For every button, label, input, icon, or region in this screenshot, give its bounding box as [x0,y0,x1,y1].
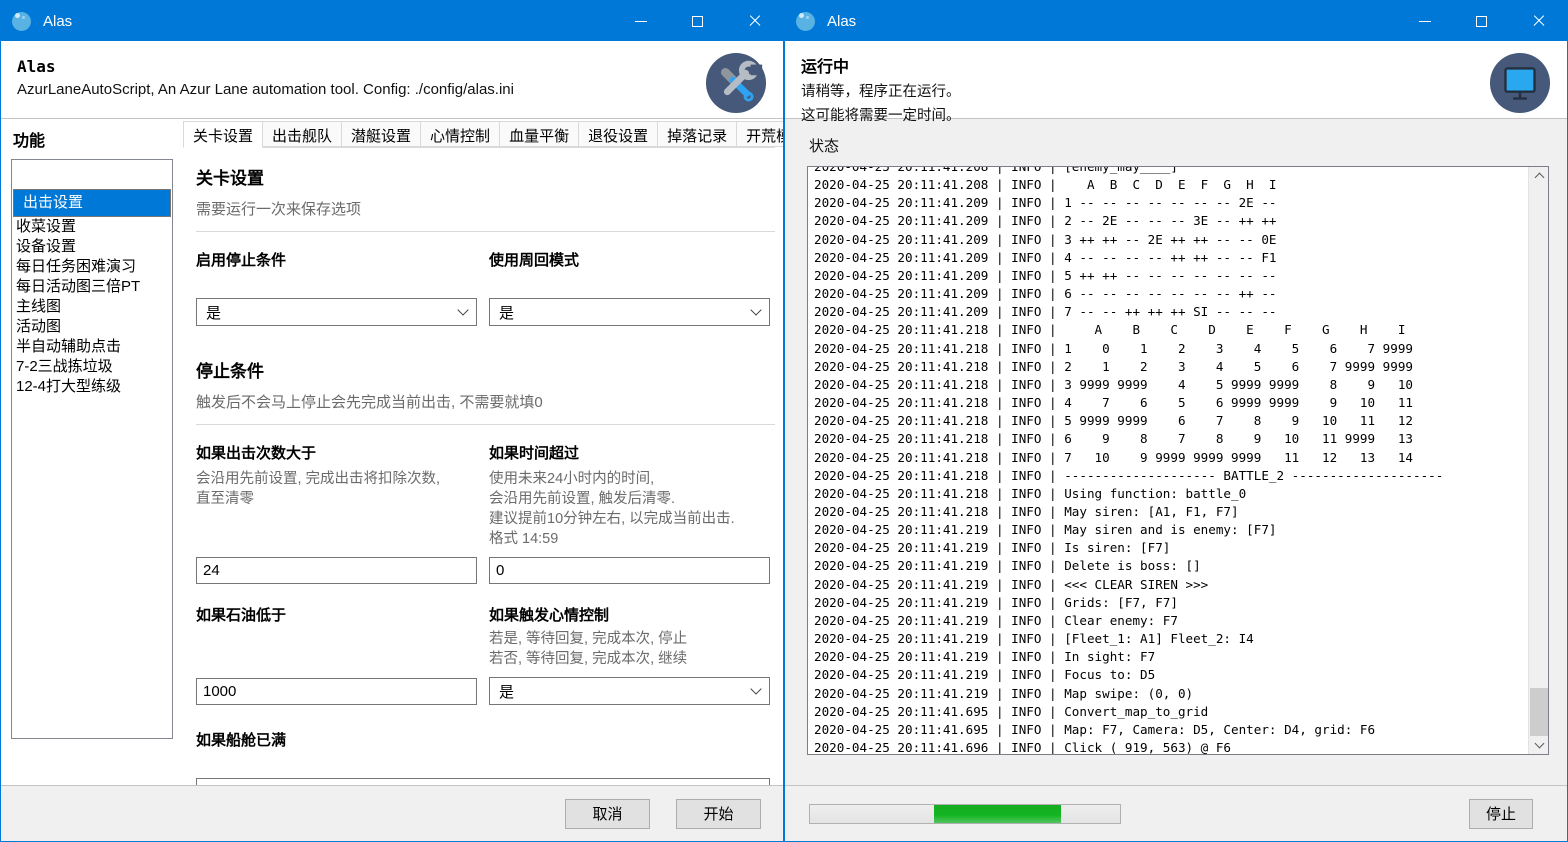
running-window: Alas 运行中 请稍等，程序正在运行。 这可能将需要一定时间。 状态 [784,0,1568,842]
tab-drop-record[interactable]: 掉落记录 [658,121,737,147]
log-scrollbar[interactable] [1528,167,1548,754]
sidebar-item-daily-hard-exercise[interactable]: 每日任务困难演习 [13,257,171,277]
settings-footer: 取消 开始 [1,785,783,841]
tab-attack-fleet[interactable]: 出击舰队 [263,121,342,147]
screen: Alas Alas AzurLaneAutoScript, An Azur La… [0,0,1568,842]
maximize-icon [692,16,703,27]
if-emotion-label: 如果触发心情控制 [489,604,770,625]
sidebar-item-device-settings[interactable]: 设备设置 [13,237,171,257]
scrollbar-thumb[interactable] [1530,688,1548,736]
window-title: Alas [43,13,72,30]
sidebar-item-daily-event-3x-pt[interactable]: 每日活动图三倍PT [13,277,171,297]
chevron-down-icon [750,683,761,694]
app-header: Alas AzurLaneAutoScript, An Azur Lane au… [1,41,783,119]
sidebar-heading: 功能 [13,127,173,151]
loop-mode-value: 是 [499,302,514,323]
status-label: 状态 [809,135,1567,156]
minimize-button[interactable] [612,1,669,41]
if-oil-input[interactable] [196,678,477,705]
if-dock-label: 如果船舱已满 [196,729,775,750]
sidebar-item-event-map[interactable]: 活动图 [13,317,171,337]
settings-window: Alas Alas AzurLaneAutoScript, An Azur La… [0,0,784,842]
stop-condition-title: 停止条件 [196,357,775,382]
app-subtitle: AzurLaneAutoScript, An Azur Lane automat… [17,81,705,98]
minimize-icon [635,21,647,22]
status-panel: 状态 2020-04-25 20:11:41.208 | INFO | [ene… [785,119,1567,785]
if-time-label: 如果时间超过 [489,442,770,463]
minimize-icon [1419,21,1431,22]
scroll-up-button[interactable] [1529,167,1549,184]
tab-submarine-settings[interactable]: 潜艇设置 [342,121,421,147]
start-button[interactable]: 开始 [676,799,761,829]
maximize-icon [1476,16,1487,27]
maximize-button[interactable] [669,1,726,41]
if-time-help: 使用未来24小时内的时间, 会沿用先前设置, 触发后清零. 建议提前10分钟左右… [489,469,770,549]
sidebar-item-semi-auto-click[interactable]: 半自动辅助点击 [13,337,171,357]
settings-tabbar: 关卡设置 出击舰队 潜艇设置 心情控制 血量平衡 退役设置 掉落记录 开荒模式 [183,121,775,148]
scroll-down-button[interactable] [1529,737,1549,754]
alas-logo-icon [796,11,817,32]
close-button[interactable] [1510,1,1567,41]
running-footer: 停止 [785,785,1567,841]
sidebar-item-harvest-settings[interactable]: 收菜设置 [13,217,171,237]
running-line2: 这可能将需要一定时间。 [801,104,1489,125]
function-list: 出击设置 收菜设置 设备设置 每日任务困难演习 每日活动图三倍PT 主线图 活动… [11,159,173,739]
monitor-icon [1489,52,1551,114]
if-count-input[interactable] [196,557,477,584]
divider [196,231,775,232]
tab-mood-control[interactable]: 心情控制 [421,121,500,147]
close-button[interactable] [726,1,783,41]
stage-settings-panel: 关卡设置 需要运行一次来保存选项 启用停止条件 是 使用周回模式 [183,148,775,785]
if-emotion-help: 若是, 等待回复, 完成本次, 停止 若否, 等待回复, 完成本次, 继续 [489,629,770,669]
stop-button[interactable]: 停止 [1469,799,1533,829]
stop-condition-desc: 触发后不会马上停止会先完成当前出击, 不需要就填0 [196,391,775,412]
if-oil-label: 如果石油低于 [196,604,477,625]
chevron-up-icon [1534,173,1544,183]
log-output: 2020-04-25 20:11:41.208 | INFO | [enemy_… [807,166,1549,755]
if-count-label: 如果出击次数大于 [196,442,477,463]
running-line1: 请稍等，程序正在运行。 [801,80,1489,101]
function-sidebar: 功能 出击设置 收菜设置 设备设置 每日任务困难演习 每日活动图三倍PT 主线图… [1,119,183,785]
tab-pioneer-mode[interactable]: 开荒模式 [737,121,783,147]
cancel-button[interactable]: 取消 [565,799,650,829]
tab-stage-settings[interactable]: 关卡设置 [183,121,263,148]
section-desc: 需要运行一次来保存选项 [196,198,775,219]
minimize-button[interactable] [1396,1,1453,41]
enable-stop-select[interactable]: 是 [196,298,477,326]
running-header: 运行中 请稍等，程序正在运行。 这可能将需要一定时间。 [785,41,1567,119]
sidebar-item-12-4-leveling[interactable]: 12-4打大型练级 [13,377,171,397]
enable-stop-value: 是 [206,302,221,323]
chevron-down-icon [750,304,761,315]
progress-bar-fill [934,805,1061,823]
enable-stop-label: 启用停止条件 [196,249,477,270]
if-count-help: 会沿用先前设置, 完成出击将扣除次数, 直至清零 [196,469,477,509]
close-icon [1532,14,1546,28]
if-time-input[interactable] [489,557,770,584]
titlebar[interactable]: Alas [785,1,1567,41]
sidebar-item-attack-settings[interactable]: 出击设置 [13,189,171,217]
if-emotion-value: 是 [499,681,514,702]
close-icon [748,14,762,28]
loop-mode-label: 使用周回模式 [489,249,770,270]
sidebar-item-7-2-farming[interactable]: 7-2三战拣垃圾 [13,357,171,377]
window-title: Alas [827,13,856,30]
titlebar[interactable]: Alas [1,1,783,41]
alas-logo-icon [12,11,33,32]
tab-retirement-settings[interactable]: 退役设置 [579,121,658,147]
sidebar-item-main-map[interactable]: 主线图 [13,297,171,317]
progress-bar [809,804,1121,824]
tools-icon [705,52,767,114]
if-emotion-select[interactable]: 是 [489,677,770,705]
tab-hp-balance[interactable]: 血量平衡 [500,121,579,147]
divider [196,424,775,425]
chevron-down-icon [1534,739,1544,749]
chevron-down-icon [457,304,468,315]
log-text: 2020-04-25 20:11:41.208 | INFO | [enemy_… [808,166,1528,754]
section-title: 关卡设置 [196,164,775,189]
maximize-button[interactable] [1453,1,1510,41]
loop-mode-select[interactable]: 是 [489,298,770,326]
if-dock-select[interactable]: 否 [196,778,770,785]
app-title: Alas [17,57,705,76]
running-title: 运行中 [801,53,1489,77]
